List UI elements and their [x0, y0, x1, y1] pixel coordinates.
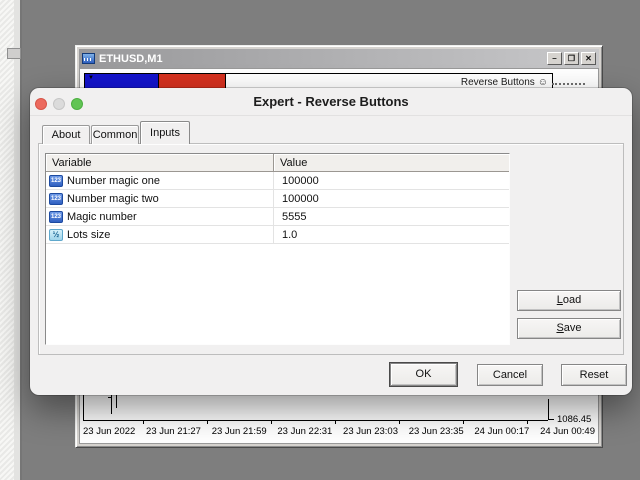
variable-name: Number magic one [67, 174, 160, 187]
time-label: 23 Jun 2022 [83, 426, 136, 437]
variable-value[interactable]: 5555 [274, 211, 509, 223]
integer-type-icon: 123 [49, 210, 63, 223]
time-axis-labels: 23 Jun 2022 23 Jun 21:27 23 Jun 21:59 23… [83, 426, 595, 437]
save-button[interactable]: Save [517, 318, 621, 339]
time-label: 23 Jun 21:27 [146, 426, 201, 437]
screen: ETHUSD,M1 – ❐ ✕ ▼ Reverse Buttons ☺ 1086… [0, 0, 640, 480]
ok-button[interactable]: OK [390, 363, 457, 386]
close-button[interactable]: ✕ [581, 52, 596, 65]
time-label: 24 Jun 00:17 [474, 426, 530, 437]
time-axis-line [83, 420, 548, 421]
axis-tick [143, 421, 144, 424]
dialog-title: Expert - Reverse Buttons [253, 94, 409, 109]
obscured-text-fragment [552, 83, 585, 87]
column-header-value[interactable]: Value [274, 154, 509, 171]
chart-frame-right [548, 399, 549, 420]
integer-type-icon: 123 [49, 192, 63, 205]
axis-tick [271, 421, 272, 424]
variable-value[interactable]: 100000 [274, 175, 509, 187]
cancel-button[interactable]: Cancel [477, 364, 543, 386]
variable-name: Lots size [67, 228, 111, 241]
candlestick [111, 394, 112, 414]
minimize-button[interactable]: – [547, 52, 562, 65]
background-window-edge [14, 0, 22, 480]
axis-tick [399, 421, 400, 424]
reset-button[interactable]: Reset [561, 364, 627, 386]
price-tick [549, 419, 554, 420]
axis-tick [335, 421, 336, 424]
column-header-variable[interactable]: Variable [46, 154, 274, 171]
variable-value[interactable]: 1.0 [274, 229, 509, 241]
expert-properties-dialog: Expert - Reverse Buttons About Common In… [30, 88, 632, 395]
reverse-buttons-label: Reverse Buttons [460, 77, 535, 88]
table-row[interactable]: 123 Magic number 5555 [46, 208, 509, 226]
maximize-button[interactable]: ❐ [564, 52, 579, 65]
inputs-table[interactable]: Variable Value 123 Number magic one 1000… [45, 153, 510, 345]
integer-type-icon: 123 [49, 174, 63, 187]
time-label: 23 Jun 22:31 [277, 426, 333, 437]
smiley-icon: ☺ [537, 77, 548, 88]
variable-value[interactable]: 100000 [274, 193, 509, 205]
load-button[interactable]: Load [517, 290, 621, 311]
axis-tick [207, 421, 208, 424]
variable-name: Magic number [67, 210, 137, 223]
price-axis-label: 1086.45 [557, 414, 592, 425]
time-label: 23 Jun 23:03 [343, 426, 398, 437]
axis-tick [463, 421, 464, 424]
candlestick-notch [108, 397, 111, 398]
titlebar-divider [30, 115, 632, 116]
background-scrollbar-fragment [7, 48, 21, 59]
variable-name: Number magic two [67, 192, 159, 205]
double-type-icon: ½ [49, 228, 63, 241]
dropdown-arrow-icon[interactable]: ▼ [88, 75, 94, 81]
table-row[interactable]: 123 Number magic one 100000 [46, 172, 509, 190]
table-header: Variable Value [46, 154, 509, 172]
chart-window-titlebar[interactable]: ETHUSD,M1 – ❐ ✕ [79, 49, 599, 68]
tab-inputs[interactable]: Inputs [140, 121, 190, 144]
chart-frame-left [83, 393, 84, 420]
chart-icon [82, 53, 95, 64]
background-left-strip [0, 0, 14, 480]
tab-common[interactable]: Common [91, 125, 139, 144]
time-label: 23 Jun 23:35 [408, 426, 464, 437]
time-label: 24 Jun 00:49 [540, 426, 595, 437]
time-label: 23 Jun 21:59 [211, 426, 267, 437]
chart-window-title: ETHUSD,M1 [99, 52, 163, 65]
axis-tick [527, 421, 528, 424]
window-controls: – ❐ ✕ [547, 52, 596, 65]
table-row[interactable]: 123 Number magic two 100000 [46, 190, 509, 208]
table-row[interactable]: ½ Lots size 1.0 [46, 226, 509, 244]
tab-about[interactable]: About [42, 125, 90, 144]
